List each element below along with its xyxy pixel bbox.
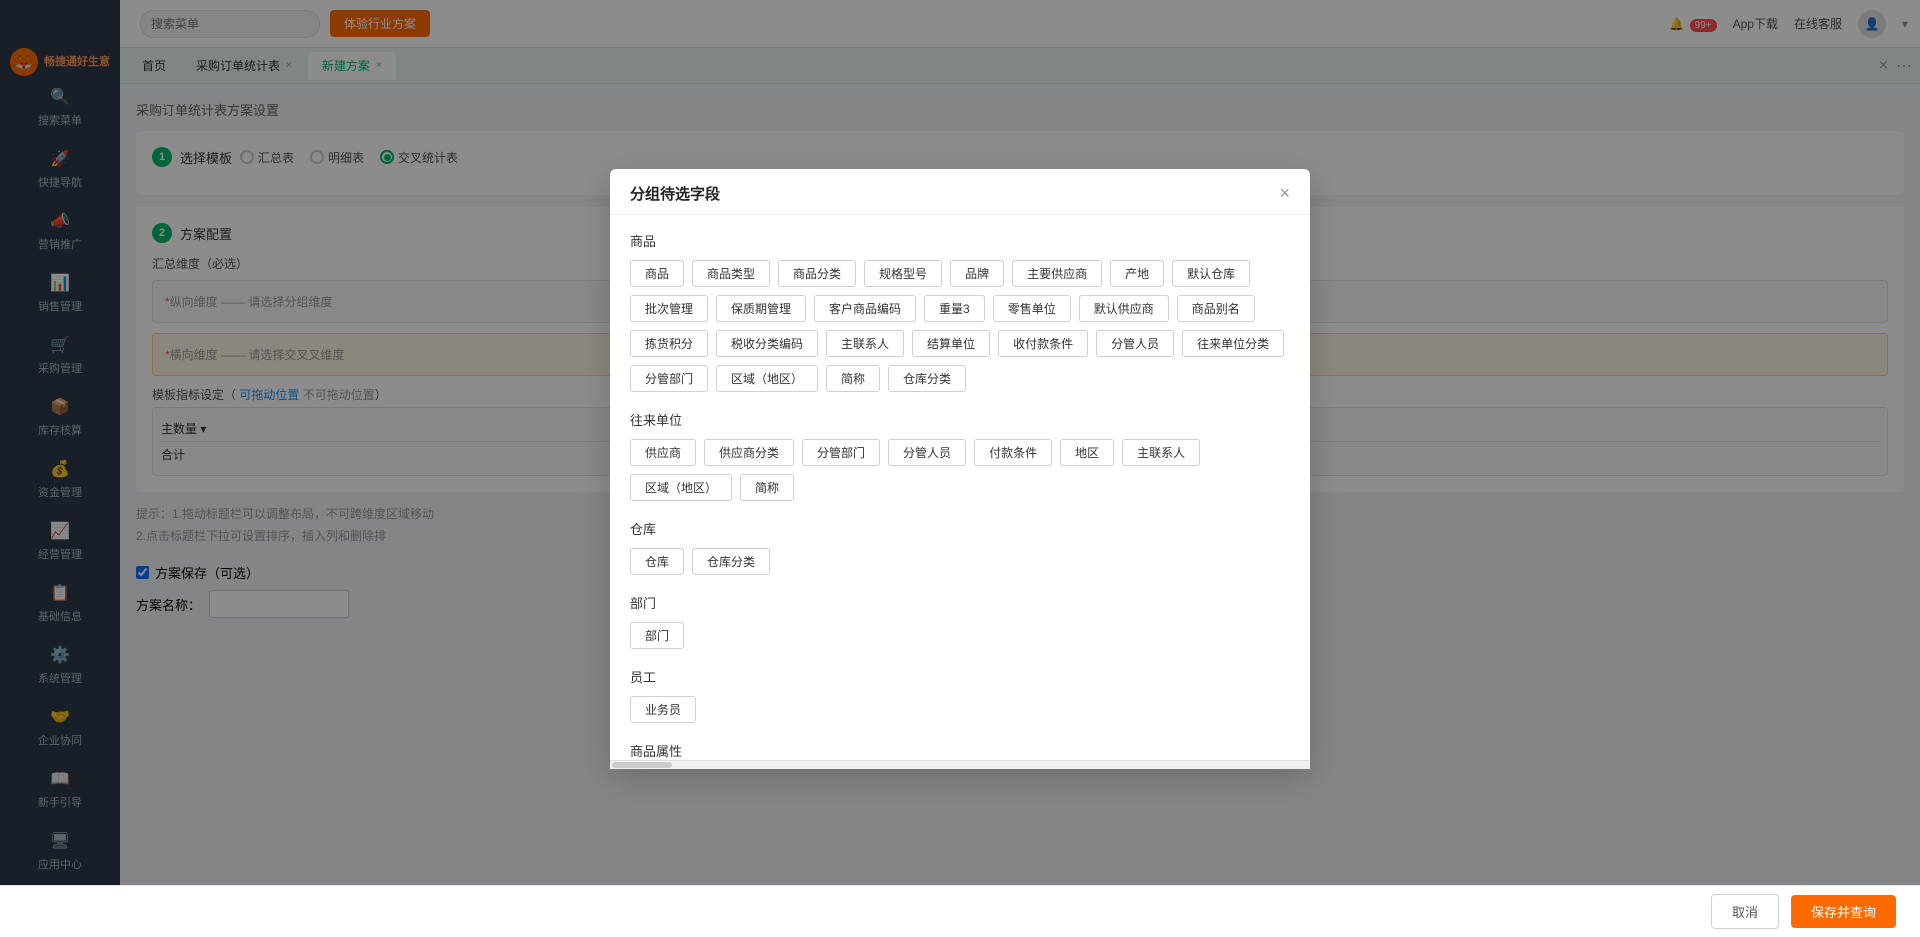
cancel-button[interactable]: 取消 xyxy=(1711,894,1779,929)
field-tag-0-24[interactable]: 简称 xyxy=(826,365,880,392)
field-group-title-3: 部门 xyxy=(630,593,1290,612)
field-group-3: 部门部门 xyxy=(630,593,1290,649)
save-button[interactable]: 保存并查询 xyxy=(1791,895,1896,928)
bottom-bar: 取消 保存并查询 xyxy=(0,885,1920,937)
field-group-title-5: 商品属性 xyxy=(630,741,1290,760)
field-tag-0-1[interactable]: 商品类型 xyxy=(692,260,770,287)
field-tag-0-15[interactable]: 拣货积分 xyxy=(630,330,708,357)
field-tag-0-25[interactable]: 仓库分类 xyxy=(888,365,966,392)
field-group-2: 仓库仓库仓库分类 xyxy=(630,519,1290,575)
field-tag-0-17[interactable]: 主联系人 xyxy=(826,330,904,357)
field-tag-3-0[interactable]: 部门 xyxy=(630,622,684,649)
field-tag-0-4[interactable]: 品牌 xyxy=(950,260,1004,287)
field-tag-2-0[interactable]: 仓库 xyxy=(630,548,684,575)
field-tag-0-0[interactable]: 商品 xyxy=(630,260,684,287)
field-tag-1-3[interactable]: 分管人员 xyxy=(888,439,966,466)
field-tag-1-0[interactable]: 供应商 xyxy=(630,439,696,466)
field-group-title-0: 商品 xyxy=(630,231,1290,250)
field-tag-0-9[interactable]: 保质期管理 xyxy=(716,295,806,322)
modal-title: 分组待选字段 xyxy=(630,183,720,204)
field-tag-0-18[interactable]: 结算单位 xyxy=(912,330,990,357)
field-tag-0-23[interactable]: 区域（地区） xyxy=(716,365,818,392)
field-tag-0-20[interactable]: 分管人员 xyxy=(1096,330,1174,357)
field-tag-0-7[interactable]: 默认仓库 xyxy=(1172,260,1250,287)
field-tag-0-16[interactable]: 税收分类编码 xyxy=(716,330,818,357)
field-group-title-2: 仓库 xyxy=(630,519,1290,538)
modal-hscroll[interactable] xyxy=(610,760,1310,769)
modal-overlay: 分组待选字段 × 商品商品商品类型商品分类规格型号品牌主要供应商产地默认仓库批次… xyxy=(0,0,1920,937)
field-tag-0-21[interactable]: 往来单位分类 xyxy=(1182,330,1284,357)
field-tag-1-4[interactable]: 付款条件 xyxy=(974,439,1052,466)
field-tags-4: 业务员 xyxy=(630,696,1290,723)
field-tags-2: 仓库仓库分类 xyxy=(630,548,1290,575)
field-tag-0-22[interactable]: 分管部门 xyxy=(630,365,708,392)
field-tag-0-14[interactable]: 商品别名 xyxy=(1177,295,1255,322)
field-tag-0-8[interactable]: 批次管理 xyxy=(630,295,708,322)
field-group-0: 商品商品商品类型商品分类规格型号品牌主要供应商产地默认仓库批次管理保质期管理客户… xyxy=(630,231,1290,392)
field-tag-1-1[interactable]: 供应商分类 xyxy=(704,439,794,466)
field-tag-1-5[interactable]: 地区 xyxy=(1060,439,1114,466)
field-tag-0-3[interactable]: 规格型号 xyxy=(864,260,942,287)
field-tag-0-19[interactable]: 收付款条件 xyxy=(998,330,1088,357)
field-tag-0-13[interactable]: 默认供应商 xyxy=(1079,295,1169,322)
field-tags-0: 商品商品类型商品分类规格型号品牌主要供应商产地默认仓库批次管理保质期管理客户商品… xyxy=(630,260,1290,392)
field-tag-1-8[interactable]: 简称 xyxy=(740,474,794,501)
field-tag-0-10[interactable]: 客户商品编码 xyxy=(814,295,916,322)
field-tags-1: 供应商供应商分类分管部门分管人员付款条件地区主联系人区域（地区） 简称 xyxy=(630,439,1290,501)
field-tag-2-1[interactable]: 仓库分类 xyxy=(692,548,770,575)
field-group-title-1: 往来单位 xyxy=(630,410,1290,429)
field-group-5: 商品属性属性颜色多规格尺码鞋码1 xyxy=(630,741,1290,760)
field-group-title-4: 员工 xyxy=(630,667,1290,686)
field-tag-1-2[interactable]: 分管部门 xyxy=(802,439,880,466)
field-tag-0-6[interactable]: 产地 xyxy=(1110,260,1164,287)
field-tag-1-7[interactable]: 区域（地区） xyxy=(630,474,732,501)
modal: 分组待选字段 × 商品商品商品类型商品分类规格型号品牌主要供应商产地默认仓库批次… xyxy=(610,169,1310,769)
modal-close-btn[interactable]: × xyxy=(1279,184,1290,202)
field-group-4: 员工业务员 xyxy=(630,667,1290,723)
field-group-1: 往来单位供应商供应商分类分管部门分管人员付款条件地区主联系人区域（地区） 简称 xyxy=(630,410,1290,501)
modal-body: 商品商品商品类型商品分类规格型号品牌主要供应商产地默认仓库批次管理保质期管理客户… xyxy=(610,215,1310,760)
hscroll-thumb xyxy=(612,762,672,768)
field-tag-0-11[interactable]: 重量3 xyxy=(924,295,985,322)
field-tags-3: 部门 xyxy=(630,622,1290,649)
field-tag-1-6[interactable]: 主联系人 xyxy=(1122,439,1200,466)
field-tag-0-2[interactable]: 商品分类 xyxy=(778,260,856,287)
modal-header: 分组待选字段 × xyxy=(610,169,1310,215)
field-tag-4-0[interactable]: 业务员 xyxy=(630,696,696,723)
field-tag-0-12[interactable]: 零售单位 xyxy=(993,295,1071,322)
field-tag-0-5[interactable]: 主要供应商 xyxy=(1012,260,1102,287)
